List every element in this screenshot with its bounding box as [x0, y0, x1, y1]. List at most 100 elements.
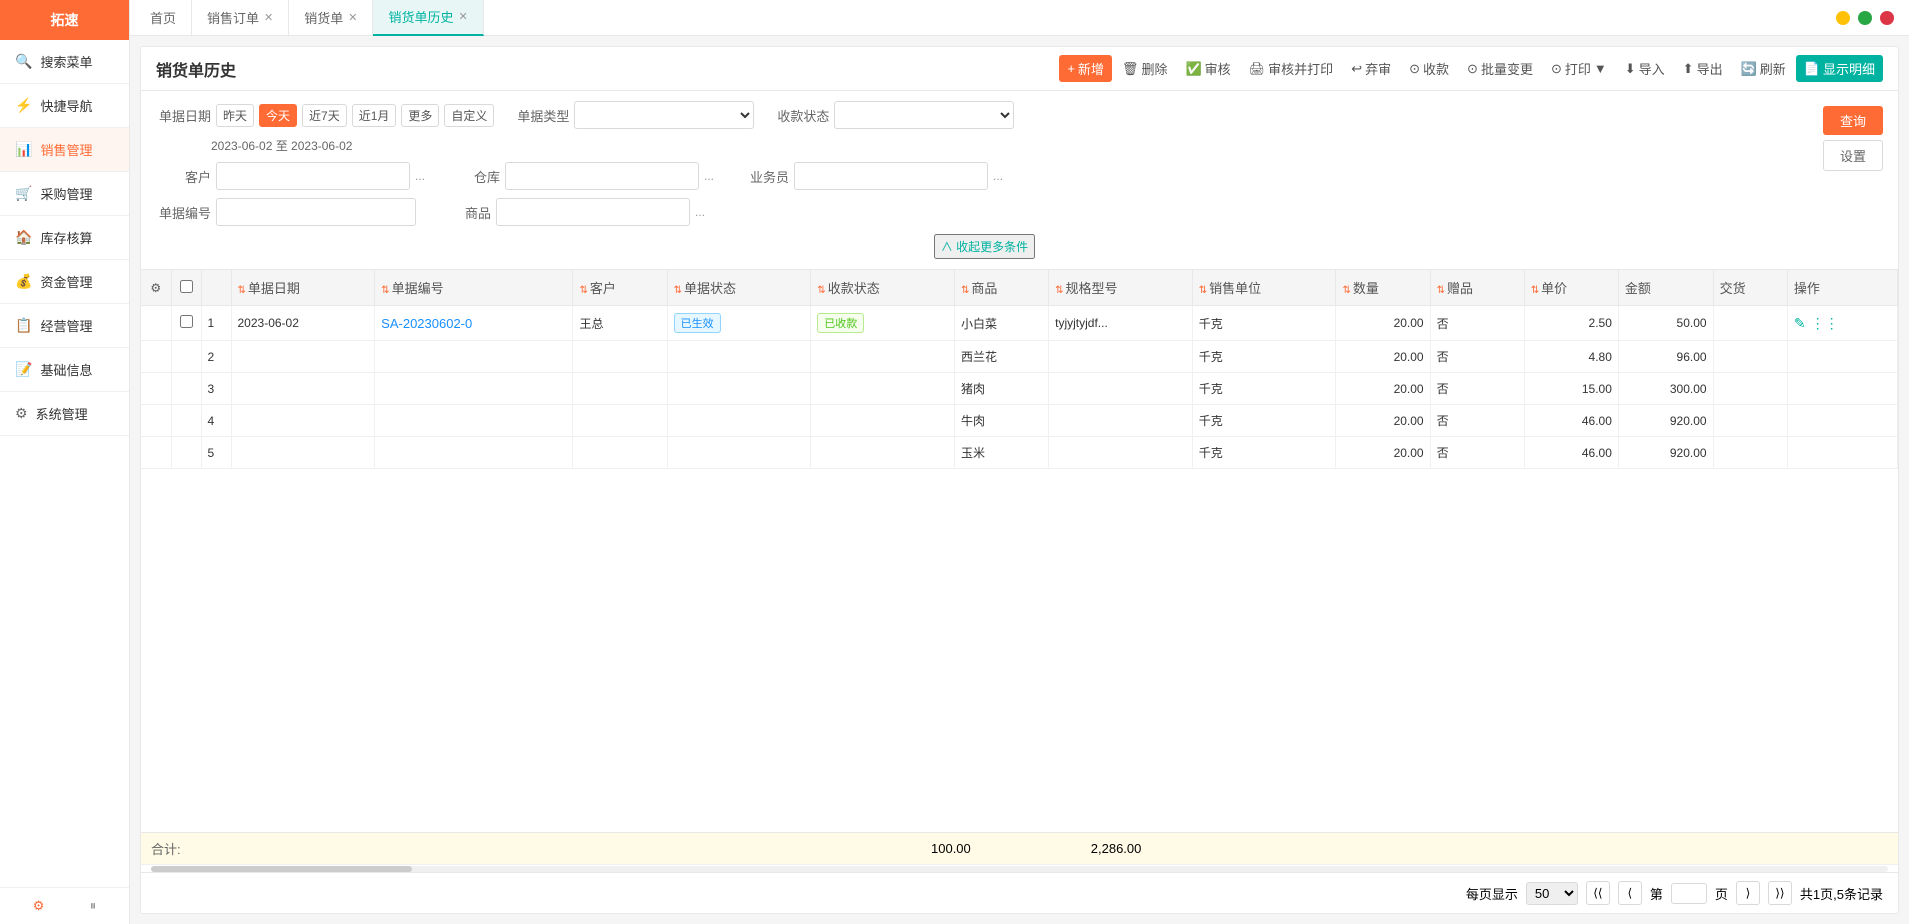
- window-close-btn[interactable]: [1880, 11, 1894, 25]
- td-goods: 西兰花: [954, 341, 1048, 373]
- abandon-button[interactable]: ↩ 弃审: [1343, 55, 1399, 82]
- sidebar-item-purchase-mgmt[interactable]: 🛒 采购管理: [0, 172, 129, 216]
- search-icon: 🔍: [15, 53, 32, 70]
- td-gear: [141, 405, 171, 437]
- page-label2: 页: [1715, 884, 1728, 903]
- goods-input[interactable]: [496, 198, 690, 226]
- filter-salesperson: 业务员 ...: [734, 162, 1003, 190]
- col-spec[interactable]: ⇅规格型号: [1049, 270, 1193, 306]
- doc-no-input[interactable]: [216, 198, 416, 226]
- window-minimize-btn[interactable]: [1836, 11, 1850, 25]
- date-btn-7days[interactable]: 近7天: [302, 104, 347, 127]
- date-btn-custom[interactable]: 自定义: [444, 104, 494, 127]
- sidebar-item-sys-mgmt[interactable]: ⚙ 系统管理: [0, 392, 129, 436]
- batch-change-button[interactable]: ⊙ 批量变更: [1459, 55, 1541, 82]
- warehouse-input[interactable]: [505, 162, 699, 190]
- audit-print-button[interactable]: 🖨 审核并打印: [1241, 55, 1342, 82]
- edit-row-icon[interactable]: ✎: [1794, 315, 1806, 332]
- td-doc-date: [231, 373, 375, 405]
- date-range-group: 昨天 今天 近7天 近1月 更多 自定义: [216, 104, 494, 127]
- col-doc-no[interactable]: ⇅单据编号: [375, 270, 573, 306]
- horizontal-scrollbar[interactable]: [141, 864, 1898, 872]
- show-detail-button[interactable]: 📄 显示明细: [1796, 55, 1883, 82]
- tab-sales-history-close[interactable]: ✕: [459, 10, 468, 23]
- col-customer[interactable]: ⇅客户: [573, 270, 667, 306]
- tab-sales-order[interactable]: 销售订单 ✕: [192, 0, 289, 36]
- doc-type-select[interactable]: [574, 101, 754, 129]
- page-number-input[interactable]: 1: [1671, 883, 1707, 904]
- td-quantity: 20.00: [1336, 341, 1430, 373]
- col-unit-price[interactable]: ⇅单价: [1524, 270, 1618, 306]
- print-button[interactable]: ⊙ 打印 ▼: [1543, 55, 1615, 82]
- sidebar-collapse-icon[interactable]: ⏸: [90, 898, 97, 914]
- sidebar-item-ops-mgmt[interactable]: 📋 经营管理: [0, 304, 129, 348]
- export-button[interactable]: ⬆ 导出: [1675, 55, 1731, 82]
- import-button[interactable]: ⬇ 导入: [1617, 55, 1673, 82]
- doc-no-link[interactable]: SA-20230602-0: [381, 316, 472, 331]
- window-maximize-btn[interactable]: [1858, 11, 1872, 25]
- page-size-select[interactable]: 50 20 100: [1526, 882, 1578, 905]
- tab-sales-history-label: 销货单历史: [388, 7, 453, 26]
- query-button[interactable]: 查询: [1823, 106, 1883, 135]
- tab-home[interactable]: 首页: [135, 0, 192, 36]
- td-doc-date: [231, 405, 375, 437]
- col-payment-status[interactable]: ⇅收款状态: [811, 270, 955, 306]
- col-doc-status[interactable]: ⇅单据状态: [667, 270, 811, 306]
- goods-more-icon[interactable]: ...: [695, 205, 705, 219]
- sidebar-settings-icon[interactable]: ⚙: [33, 898, 45, 914]
- sidebar-item-quick-nav[interactable]: ⚡ 快捷导航: [0, 84, 129, 128]
- sidebar-item-basic-info[interactable]: 📝 基础信息: [0, 348, 129, 392]
- collect-button[interactable]: ⊙ 收款: [1401, 55, 1457, 82]
- salesperson-input[interactable]: [794, 162, 988, 190]
- date-btn-1month[interactable]: 近1月: [352, 104, 397, 127]
- td-gift: 否: [1430, 373, 1524, 405]
- scrollbar-thumb[interactable]: [151, 866, 412, 872]
- date-btn-yesterday[interactable]: 昨天: [216, 104, 254, 127]
- page-header: 销货单历史 + 新增 🗑 删除 ✅ 审核 🖨: [141, 47, 1898, 91]
- tab-sales-order-close[interactable]: ✕: [264, 11, 273, 24]
- customer-more-icon[interactable]: ...: [415, 169, 425, 183]
- col-sales-unit[interactable]: ⇅销售单位: [1192, 270, 1336, 306]
- row-checkbox[interactable]: [180, 315, 193, 328]
- page-last-btn[interactable]: ⟩⟩: [1768, 881, 1792, 905]
- page-next-btn[interactable]: ⟩: [1736, 881, 1760, 905]
- date-btn-more[interactable]: 更多: [401, 104, 439, 127]
- reset-button[interactable]: 设置: [1823, 140, 1883, 171]
- sidebar-item-sales-mgmt[interactable]: 📊 销售管理: [0, 128, 129, 172]
- sidebar-item-label: 快捷导航: [40, 96, 92, 115]
- col-action: 操作: [1787, 270, 1897, 306]
- td-doc-no: [375, 405, 573, 437]
- tab-sales-goods-close[interactable]: ✕: [348, 11, 357, 24]
- warehouse-more-icon[interactable]: ...: [704, 169, 714, 183]
- td-amount: 300.00: [1618, 373, 1713, 405]
- audit-button[interactable]: ✅ 审核: [1177, 55, 1238, 82]
- col-gear[interactable]: ⚙: [141, 270, 171, 306]
- refresh-button[interactable]: 🔄 刷新: [1733, 55, 1794, 82]
- salesperson-more-icon[interactable]: ...: [993, 169, 1003, 183]
- total-quantity-value: 100.00: [931, 841, 971, 856]
- payment-status-select[interactable]: [834, 101, 1014, 129]
- collapse-filter-btn[interactable]: ∧ 收起更多条件: [934, 234, 1035, 259]
- td-payment-status: [811, 373, 955, 405]
- tab-sales-history[interactable]: 销货单历史 ✕: [373, 0, 483, 36]
- col-doc-date[interactable]: ⇅单据日期: [231, 270, 375, 306]
- tab-bar: 首页 销售订单 ✕ 销货单 ✕ 销货单历史 ✕: [130, 0, 1909, 36]
- delete-button[interactable]: 🗑 删除: [1114, 55, 1176, 82]
- col-quantity[interactable]: ⇅数量: [1336, 270, 1430, 306]
- page-first-btn[interactable]: ⟨⟨: [1586, 881, 1610, 905]
- sidebar-item-inventory[interactable]: 🏠 库存核算: [0, 216, 129, 260]
- td-doc-no: SA-20230602-0: [375, 306, 573, 341]
- select-all-checkbox[interactable]: [180, 280, 193, 293]
- tab-sales-goods[interactable]: 销货单 ✕: [289, 0, 373, 36]
- td-transaction: [1713, 405, 1787, 437]
- col-goods[interactable]: ⇅商品: [954, 270, 1048, 306]
- more-row-icon[interactable]: ⋮⋮: [1811, 315, 1839, 332]
- customer-input[interactable]: [216, 162, 410, 190]
- new-button[interactable]: + 新增: [1059, 55, 1112, 82]
- col-gift[interactable]: ⇅赠品: [1430, 270, 1524, 306]
- sidebar-item-search-menu[interactable]: 🔍 搜索菜单: [0, 40, 129, 84]
- page-prev-btn[interactable]: ⟨: [1618, 881, 1642, 905]
- date-btn-today[interactable]: 今天: [259, 104, 297, 127]
- td-amount: 920.00: [1618, 405, 1713, 437]
- sidebar-item-fund-mgmt[interactable]: 💰 资金管理: [0, 260, 129, 304]
